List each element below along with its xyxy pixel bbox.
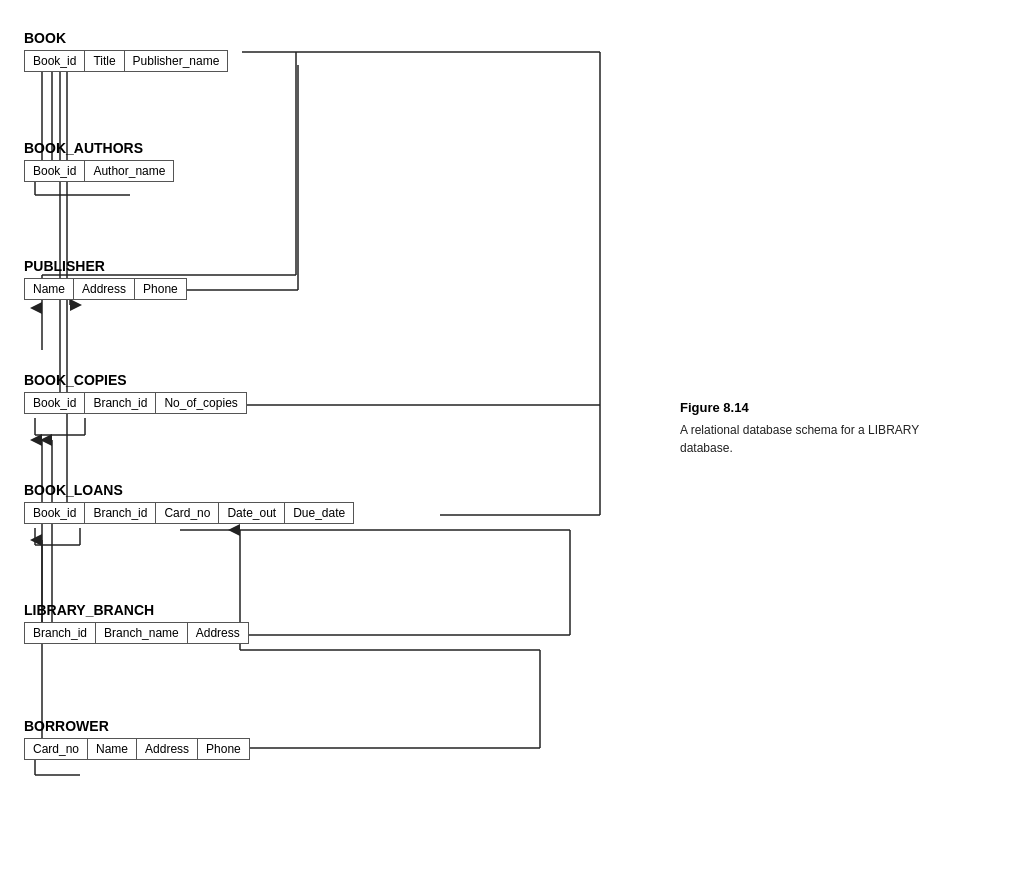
borrower-field-card-no: Card_no: [24, 738, 88, 760]
book-loans-field-card-no: Card_no: [156, 502, 219, 524]
borrower-fields: Card_no Name Address Phone: [24, 738, 250, 760]
book-loans-field-due-date: Due_date: [285, 502, 354, 524]
book-entity: BOOK Book_id Title Publisher_name: [24, 30, 228, 72]
book-loans-entity: BOOK_LOANS Book_id Branch_id Card_no Dat…: [24, 482, 354, 524]
publisher-entity: PUBLISHER Name Address Phone: [24, 258, 187, 300]
book-copies-field-branch-id: Branch_id: [85, 392, 156, 414]
figure-caption: Figure 8.14 A relational database schema…: [680, 400, 960, 457]
book-copies-fields: Book_id Branch_id No_of_copies: [24, 392, 247, 414]
book-authors-field-book-id: Book_id: [24, 160, 85, 182]
book-loans-title: BOOK_LOANS: [24, 482, 354, 498]
book-authors-entity: BOOK_AUTHORS Book_id Author_name: [24, 140, 174, 182]
library-branch-field-branch-name: Branch_name: [96, 622, 188, 644]
book-loans-fields: Book_id Branch_id Card_no Date_out Due_d…: [24, 502, 354, 524]
book-authors-title: BOOK_AUTHORS: [24, 140, 174, 156]
book-authors-fields: Book_id Author_name: [24, 160, 174, 182]
book-copies-field-no-of-copies: No_of_copies: [156, 392, 246, 414]
library-branch-title: LIBRARY_BRANCH: [24, 602, 249, 618]
diagram-area: BOOK Book_id Title Publisher_name BOOK_A…: [10, 10, 650, 870]
publisher-field-phone: Phone: [135, 278, 187, 300]
borrower-title: BORROWER: [24, 718, 250, 734]
library-branch-field-branch-id: Branch_id: [24, 622, 96, 644]
borrower-field-name: Name: [88, 738, 137, 760]
book-loans-field-date-out: Date_out: [219, 502, 285, 524]
book-copies-title: BOOK_COPIES: [24, 372, 247, 388]
publisher-field-name: Name: [24, 278, 74, 300]
figure-description: A relational database schema for a LIBRA…: [680, 421, 960, 457]
book-loans-field-book-id: Book_id: [24, 502, 85, 524]
library-branch-entity: LIBRARY_BRANCH Branch_id Branch_name Add…: [24, 602, 249, 644]
book-field-publisher-name: Publisher_name: [125, 50, 229, 72]
book-authors-field-author-name: Author_name: [85, 160, 174, 182]
book-loans-field-branch-id: Branch_id: [85, 502, 156, 524]
library-branch-fields: Branch_id Branch_name Address: [24, 622, 249, 644]
borrower-field-address: Address: [137, 738, 198, 760]
figure-title: Figure 8.14: [680, 400, 960, 415]
publisher-title: PUBLISHER: [24, 258, 187, 274]
book-copies-field-book-id: Book_id: [24, 392, 85, 414]
library-branch-field-address: Address: [188, 622, 249, 644]
book-fields: Book_id Title Publisher_name: [24, 50, 228, 72]
borrower-field-phone: Phone: [198, 738, 250, 760]
publisher-fields: Name Address Phone: [24, 278, 187, 300]
book-field-title: Title: [85, 50, 124, 72]
book-field-book-id: Book_id: [24, 50, 85, 72]
book-title: BOOK: [24, 30, 228, 46]
publisher-field-address: Address: [74, 278, 135, 300]
book-copies-entity: BOOK_COPIES Book_id Branch_id No_of_copi…: [24, 372, 247, 414]
borrower-entity: BORROWER Card_no Name Address Phone: [24, 718, 250, 760]
